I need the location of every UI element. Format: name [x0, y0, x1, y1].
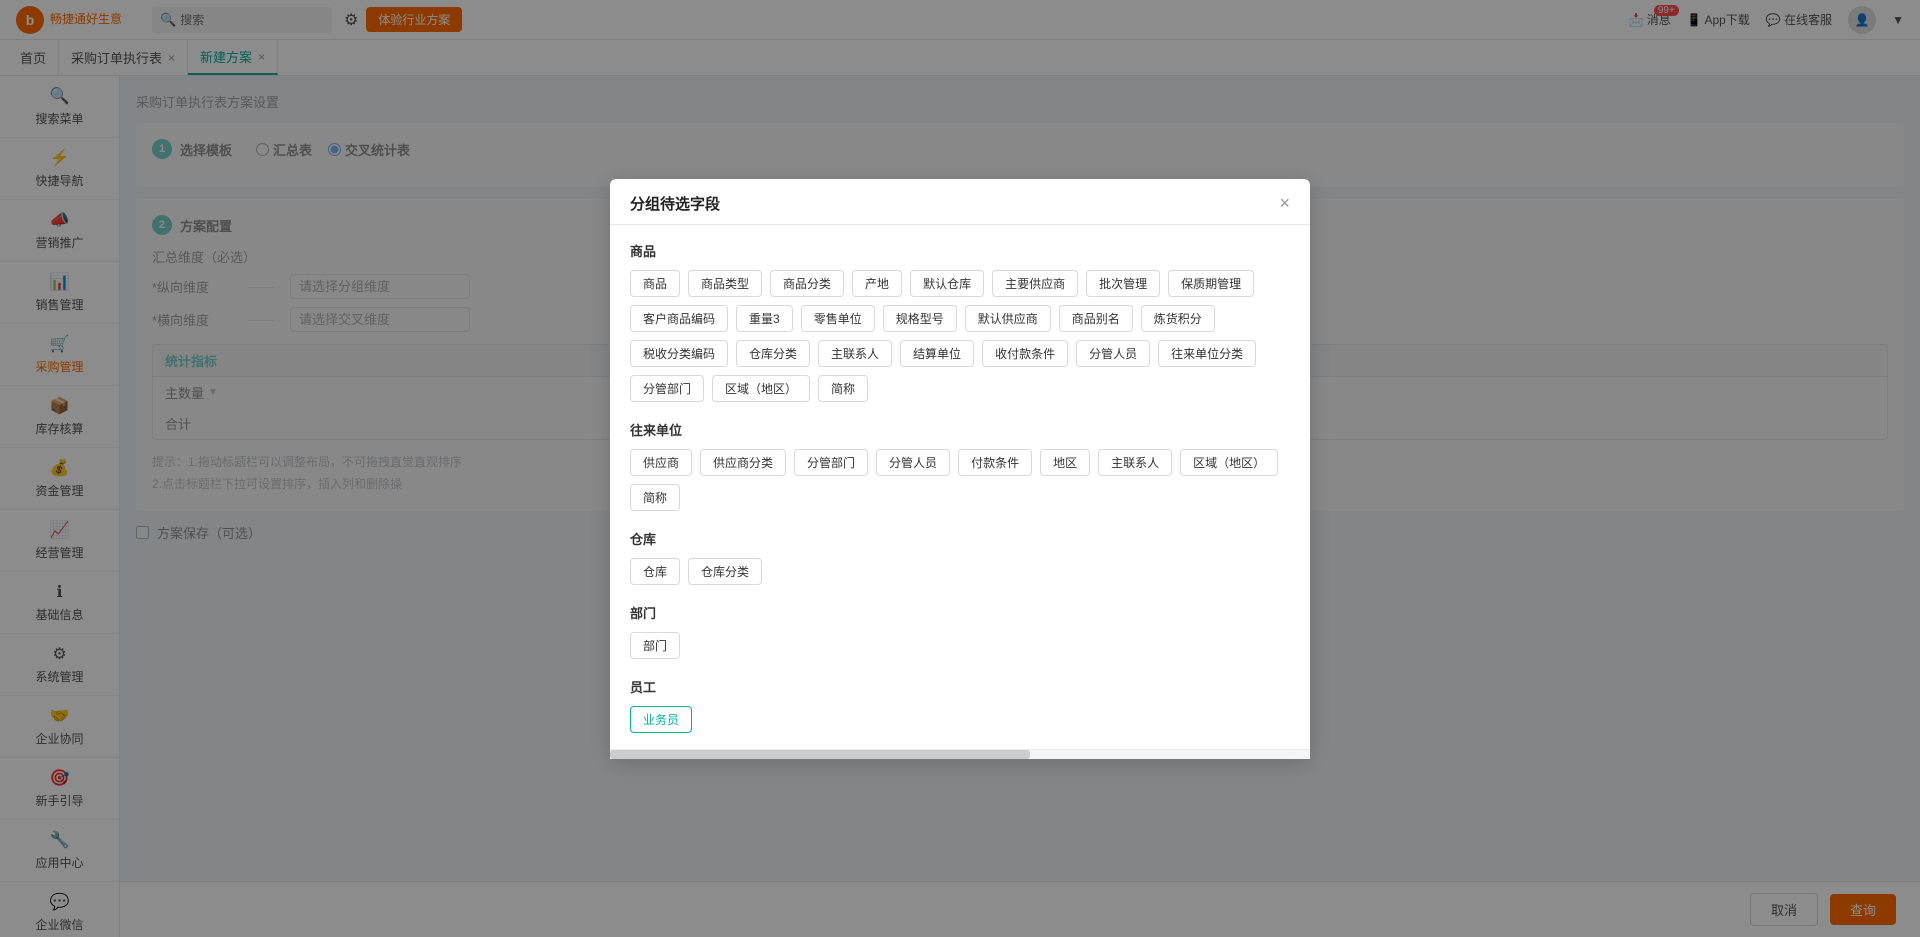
field-tag[interactable]: 简称	[818, 375, 868, 402]
field-tag[interactable]: 重量3	[736, 305, 793, 332]
field-tag[interactable]: 税收分类编码	[630, 340, 728, 367]
field-tag-salesperson[interactable]: 业务员	[630, 706, 692, 733]
field-select-modal: 分组待选字段 × 商品 商品 商品类型 商品分类 产地 默认仓库 主要供应商 批…	[610, 179, 1310, 759]
field-tag[interactable]: 仓库分类	[688, 558, 762, 585]
field-tag[interactable]: 分管部门	[630, 375, 704, 402]
field-tag[interactable]: 简称	[630, 484, 680, 511]
field-tag[interactable]: 区域（地区）	[712, 375, 810, 402]
field-tag[interactable]: 主要供应商	[992, 270, 1078, 297]
field-group-dept: 部门 部门	[630, 603, 1290, 659]
field-tag[interactable]: 往来单位分类	[1158, 340, 1256, 367]
field-tag[interactable]: 产地	[852, 270, 902, 297]
field-group-partner-title: 往来单位	[630, 420, 1290, 439]
field-tag[interactable]: 默认供应商	[965, 305, 1051, 332]
modal-hscroll-thumb	[610, 750, 1030, 759]
field-tag[interactable]: 分管人员	[876, 449, 950, 476]
field-tag[interactable]: 付款条件	[958, 449, 1032, 476]
modal-close-btn[interactable]: ×	[1279, 194, 1290, 212]
field-tags-goods: 商品 商品类型 商品分类 产地 默认仓库 主要供应商 批次管理 保质期管理 客户…	[630, 270, 1290, 402]
field-tag[interactable]: 客户商品编码	[630, 305, 728, 332]
modal-horizontal-scrollbar[interactable]	[610, 749, 1310, 759]
field-tag[interactable]: 默认仓库	[910, 270, 984, 297]
field-tag[interactable]: 炼货积分	[1141, 305, 1215, 332]
field-tag[interactable]: 主联系人	[818, 340, 892, 367]
field-tags-partner: 供应商 供应商分类 分管部门 分管人员 付款条件 地区 主联系人 区域（地区） …	[630, 449, 1290, 511]
field-tag[interactable]: 零售单位	[801, 305, 875, 332]
field-group-dept-title: 部门	[630, 603, 1290, 622]
modal-title: 分组待选字段	[630, 193, 720, 214]
field-group-warehouse: 仓库 仓库 仓库分类	[630, 529, 1290, 585]
field-tag[interactable]: 仓库	[630, 558, 680, 585]
field-group-warehouse-title: 仓库	[630, 529, 1290, 548]
field-tag[interactable]: 分管人员	[1076, 340, 1150, 367]
field-tags-dept: 部门	[630, 632, 1290, 659]
field-group-partner: 往来单位 供应商 供应商分类 分管部门 分管人员 付款条件 地区 主联系人 区域…	[630, 420, 1290, 511]
field-group-staff-title: 员工	[630, 677, 1290, 696]
field-tag[interactable]: 批次管理	[1086, 270, 1160, 297]
field-tag[interactable]: 收付款条件	[982, 340, 1068, 367]
field-tags-warehouse: 仓库 仓库分类	[630, 558, 1290, 585]
field-tag[interactable]: 供应商分类	[700, 449, 786, 476]
modal-header: 分组待选字段 ×	[610, 179, 1310, 225]
field-group-goods-title: 商品	[630, 241, 1290, 260]
field-group-goods: 商品 商品 商品类型 商品分类 产地 默认仓库 主要供应商 批次管理 保质期管理…	[630, 241, 1290, 402]
field-tag[interactable]: 供应商	[630, 449, 692, 476]
field-group-staff: 员工 业务员	[630, 677, 1290, 733]
field-tag[interactable]: 区域（地区）	[1180, 449, 1278, 476]
field-tags-staff: 业务员	[630, 706, 1290, 733]
field-tag[interactable]: 地区	[1040, 449, 1090, 476]
field-tag[interactable]: 商品分类	[770, 270, 844, 297]
field-tag[interactable]: 主联系人	[1098, 449, 1172, 476]
field-tag[interactable]: 规格型号	[883, 305, 957, 332]
field-tag[interactable]: 结算单位	[900, 340, 974, 367]
field-tag[interactable]: 商品别名	[1059, 305, 1133, 332]
field-tag[interactable]: 分管部门	[794, 449, 868, 476]
modal-body: 商品 商品 商品类型 商品分类 产地 默认仓库 主要供应商 批次管理 保质期管理…	[610, 225, 1310, 749]
modal-overlay: 分组待选字段 × 商品 商品 商品类型 商品分类 产地 默认仓库 主要供应商 批…	[0, 0, 1920, 937]
field-tag[interactable]: 部门	[630, 632, 680, 659]
field-tag[interactable]: 商品类型	[688, 270, 762, 297]
field-tag[interactable]: 商品	[630, 270, 680, 297]
field-tag[interactable]: 保质期管理	[1168, 270, 1254, 297]
field-tag[interactable]: 仓库分类	[736, 340, 810, 367]
